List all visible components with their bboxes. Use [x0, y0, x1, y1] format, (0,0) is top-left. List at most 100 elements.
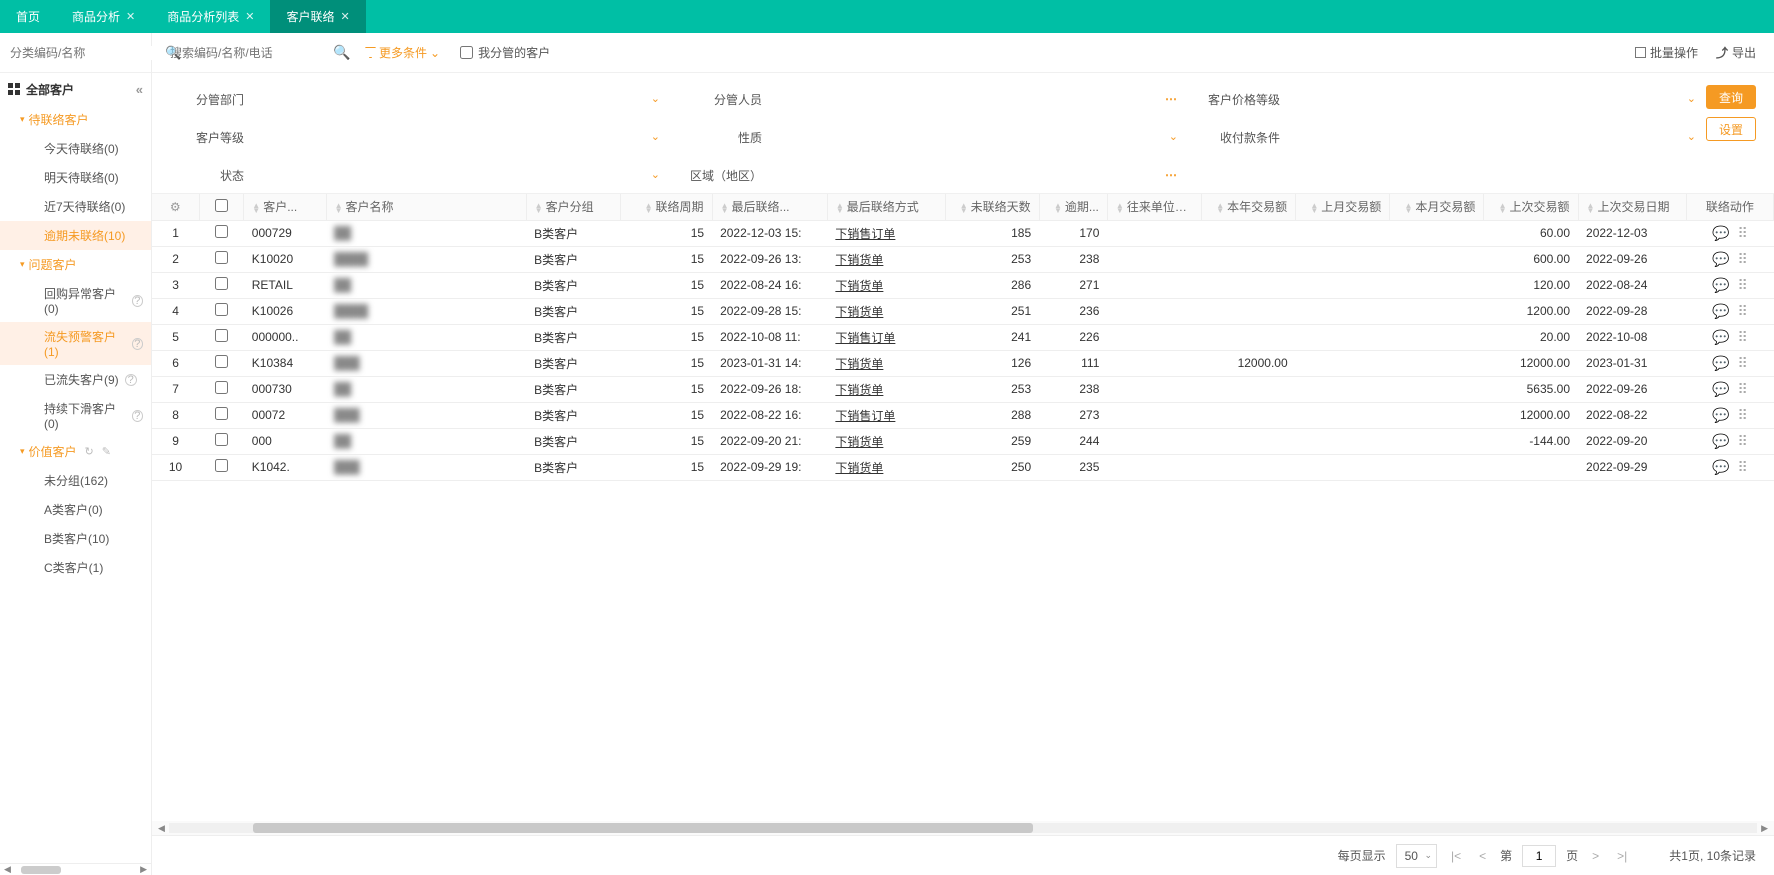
row-checkbox[interactable]: [215, 329, 228, 342]
scroll-thumb[interactable]: [21, 866, 61, 874]
help-icon[interactable]: ?: [132, 410, 143, 422]
filter-region-input[interactable]: ⋯: [774, 161, 1178, 189]
tree-group-2[interactable]: ▾价值客户↻✎: [0, 437, 151, 466]
col-cycle[interactable]: ▲▼联络周期: [620, 194, 712, 220]
collapse-icon[interactable]: «: [136, 82, 143, 97]
cell-lastway[interactable]: 下销货单: [827, 246, 945, 272]
col-unit[interactable]: ▲▼往来单位联...: [1107, 194, 1201, 220]
chat-icon[interactable]: 💬: [1712, 329, 1729, 346]
more-icon[interactable]: ⠿: [1737, 459, 1747, 476]
help-icon[interactable]: ?: [132, 295, 143, 307]
tab-0[interactable]: 首页: [0, 0, 56, 33]
table-row[interactable]: 3RETAIL██B类客户152022-08-24 16:下销货单2862711…: [152, 272, 1774, 298]
tree-item[interactable]: 近7天待联络(0): [0, 192, 151, 221]
export-button[interactable]: ⤴导出: [1716, 44, 1756, 61]
more-icon[interactable]: ⠿: [1737, 303, 1747, 320]
refresh-icon[interactable]: ↻: [85, 445, 94, 458]
table-row[interactable]: 4K10026████B类客户152022-09-28 15:下销货单25123…: [152, 298, 1774, 324]
sidebar-scrollbar[interactable]: ◀ ▶: [0, 863, 151, 875]
col-name[interactable]: ▲▼客户名称: [326, 194, 526, 220]
sidebar-search-input[interactable]: [10, 46, 165, 60]
more-icon[interactable]: ⠿: [1737, 381, 1747, 398]
table-row[interactable]: 5000000..██B类客户152022-10-08 11:下销售订单2412…: [152, 324, 1774, 350]
scroll-thumb[interactable]: [253, 823, 1033, 833]
col-year[interactable]: ▲▼本年交易额: [1202, 194, 1296, 220]
tree-item[interactable]: 逾期未联络(10): [0, 221, 151, 250]
row-checkbox[interactable]: [215, 459, 228, 472]
filter-nature-input[interactable]: ⌄: [774, 123, 1178, 151]
pager-next-icon[interactable]: >: [1588, 849, 1603, 863]
edit-icon[interactable]: ✎: [102, 445, 111, 458]
tree-item[interactable]: B类客户(10): [0, 524, 151, 553]
more-icon[interactable]: ⠿: [1737, 355, 1747, 372]
cell-lastway[interactable]: 下销货单: [827, 428, 945, 454]
tree-item[interactable]: 明天待联络(0): [0, 163, 151, 192]
chat-icon[interactable]: 💬: [1712, 381, 1729, 398]
chat-icon[interactable]: 💬: [1712, 407, 1729, 424]
tree-item[interactable]: 已流失客户(9)?: [0, 365, 151, 394]
chat-icon[interactable]: 💬: [1712, 225, 1729, 242]
tree-group-1[interactable]: ▾问题客户: [0, 250, 151, 279]
row-checkbox[interactable]: [215, 225, 228, 238]
tab-3[interactable]: 客户联络✕: [270, 0, 365, 33]
more-icon[interactable]: ⠿: [1737, 251, 1747, 268]
scroll-right-icon[interactable]: ▶: [138, 864, 149, 875]
pager-first-icon[interactable]: |<: [1447, 849, 1465, 863]
more-icon[interactable]: ⠿: [1737, 407, 1747, 424]
chat-icon[interactable]: 💬: [1712, 433, 1729, 450]
table-row[interactable]: 10K1042.███B类客户152022-09-29 19:下销货单25023…: [152, 454, 1774, 480]
more-icon[interactable]: ⠿: [1737, 329, 1747, 346]
batch-action-button[interactable]: 批量操作: [1635, 44, 1698, 61]
chat-icon[interactable]: 💬: [1712, 277, 1729, 294]
search-icon[interactable]: 🔍: [165, 45, 181, 61]
cell-lastway[interactable]: 下销货单: [827, 454, 945, 480]
cell-lastway[interactable]: 下销货单: [827, 376, 945, 402]
cell-lastway[interactable]: 下销售订单: [827, 324, 945, 350]
scroll-right-icon[interactable]: ▶: [1759, 823, 1770, 834]
table-row[interactable]: 2K10020████B类客户152022-09-26 13:下销货单25323…: [152, 246, 1774, 272]
table-h-scrollbar[interactable]: ◀ ▶: [152, 821, 1774, 835]
col-code[interactable]: ▲▼客户...: [244, 194, 326, 220]
chat-icon[interactable]: 💬: [1712, 251, 1729, 268]
filter-price-input[interactable]: ⌄: [1292, 85, 1696, 113]
filter-status-input[interactable]: ⌄: [256, 161, 660, 189]
col-lastway[interactable]: ▲▼最后联络方式: [827, 194, 945, 220]
tree-item[interactable]: 持续下滑客户(0)?: [0, 394, 151, 437]
col-nocontact[interactable]: ▲▼未联络天数: [945, 194, 1039, 220]
row-checkbox[interactable]: [215, 355, 228, 368]
my-customers-input[interactable]: [460, 46, 473, 59]
tree-item[interactable]: 流失预警客户(1)?: [0, 322, 151, 365]
scroll-left-icon[interactable]: ◀: [2, 864, 13, 875]
tab-1[interactable]: 商品分析✕: [56, 0, 151, 33]
cell-lastway[interactable]: 下销售订单: [827, 402, 945, 428]
col-lasttime[interactable]: ▲▼最后联络...: [712, 194, 827, 220]
tree-item[interactable]: 今天待联络(0): [0, 134, 151, 163]
tree-group-0[interactable]: ▾待联络客户: [0, 105, 151, 134]
row-checkbox[interactable]: [215, 433, 228, 446]
help-icon[interactable]: ?: [132, 338, 143, 350]
close-icon[interactable]: ✕: [126, 10, 135, 23]
close-icon[interactable]: ✕: [341, 10, 350, 23]
main-search-input[interactable]: [170, 46, 325, 60]
search-icon[interactable]: 🔍: [333, 44, 350, 61]
row-checkbox[interactable]: [215, 381, 228, 394]
page-input[interactable]: [1522, 845, 1556, 867]
col-lastamt[interactable]: ▲▼上次交易额: [1484, 194, 1578, 220]
tree-item[interactable]: 回购异常客户(0)?: [0, 279, 151, 322]
query-button[interactable]: 查询: [1706, 85, 1756, 109]
my-customers-checkbox[interactable]: 我分管的客户: [460, 44, 550, 61]
col-lastdate[interactable]: ▲▼上次交易日期: [1578, 194, 1686, 220]
col-group[interactable]: ▲▼客户分组: [526, 194, 620, 220]
cell-lastway[interactable]: 下销货单: [827, 272, 945, 298]
col-thism[interactable]: ▲▼本月交易额: [1390, 194, 1484, 220]
pager-last-icon[interactable]: >|: [1613, 849, 1631, 863]
tree-item[interactable]: 未分组(162): [0, 466, 151, 495]
sidebar-all-customers[interactable]: 全部客户 «: [0, 73, 151, 105]
tree-item[interactable]: A类客户(0): [0, 495, 151, 524]
row-checkbox[interactable]: [215, 251, 228, 264]
row-checkbox[interactable]: [215, 303, 228, 316]
filter-payterm-input[interactable]: ⌄: [1292, 123, 1696, 151]
more-icon[interactable]: ⠿: [1737, 225, 1747, 242]
col-gear[interactable]: ⚙: [152, 194, 199, 220]
perpage-select[interactable]: 50⌄: [1396, 844, 1437, 868]
